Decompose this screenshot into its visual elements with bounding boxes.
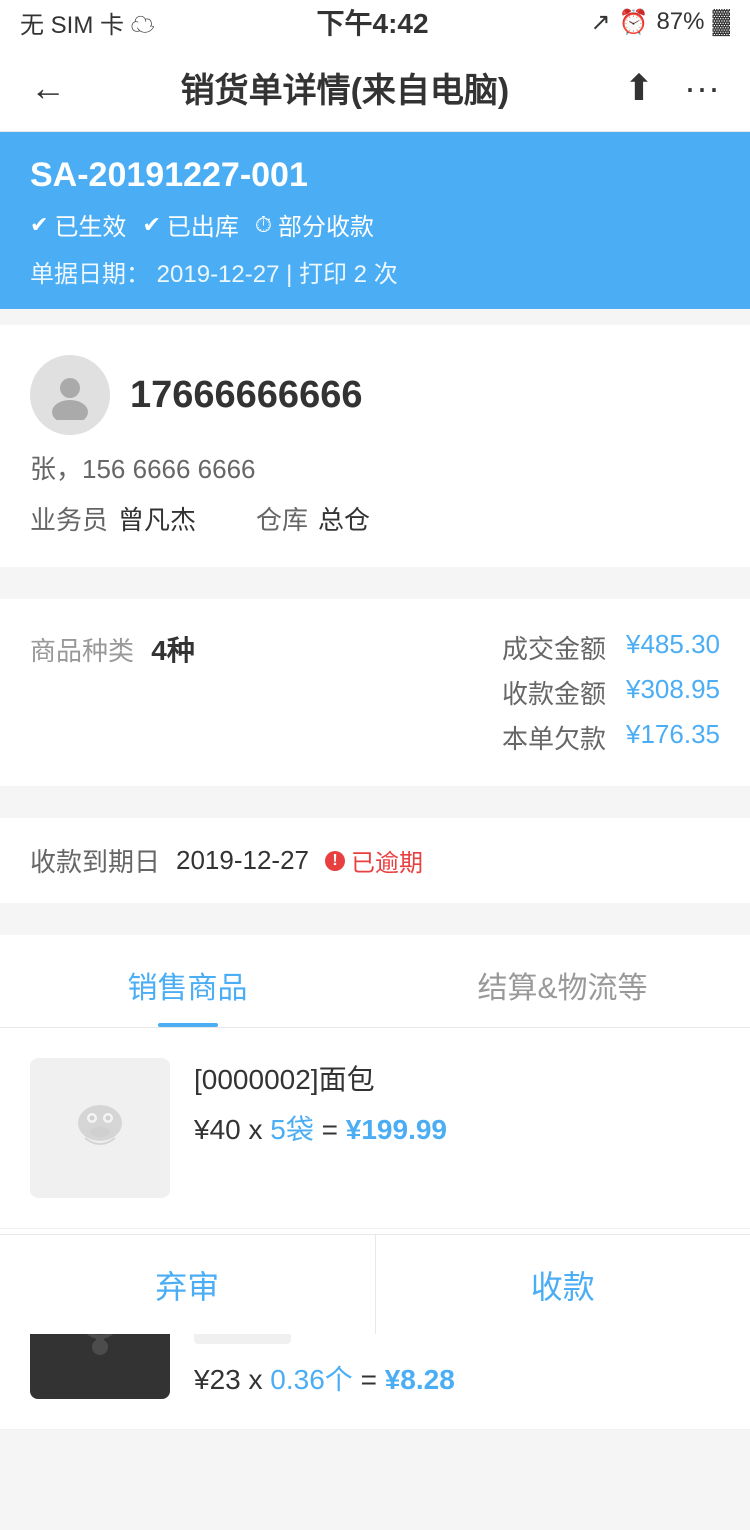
due-date-section: 收款到期日 2019-12-27 ! 已逾期 [0,818,750,903]
product-price-1: ¥40 x 5袋 = ¥199.99 [194,1108,720,1148]
check-icon-2: ✔ [142,212,160,238]
avatar [30,355,110,435]
customer-warehouse: 仓库 总仓 [256,500,370,537]
tab-settlement[interactable]: 结算&物流等 [375,935,750,1027]
customer-section: 17666666666 张，156 6666 6666 业务员 曾凡杰 仓库 总… [0,325,750,567]
sim-status: 无 SIM 卡 ☁ [20,5,155,40]
clock-icon: ⏱ [255,212,272,238]
customer-name: 17666666666 [130,374,362,417]
divider-3 [0,903,750,919]
page-title: 销货单详情(来自电脑) [181,63,510,112]
location-icon: ↗ [590,8,610,37]
tabs-header: 销售商品 结算&物流等 [0,935,750,1028]
status-time: 下午4:42 [317,2,429,42]
stat-debt: 本单欠款 ¥176.35 [502,719,720,756]
due-date-value: 2019-12-27 [176,845,309,876]
order-date-line: 单据日期： 2019-12-27 | 打印 2 次 [30,254,720,289]
collect-payment-button[interactable]: 收款 [376,1235,750,1334]
product-price-2: ¥23 x 0.36个 = ¥8.28 [194,1358,720,1398]
back-button[interactable]: ← [30,67,66,109]
due-label: 收款到期日 [30,842,160,879]
overdue-icon: ! [325,851,345,871]
customer-contact: 张，156 6666 6666 [30,449,720,486]
stats-section: 商品种类 4种 成交金额 ¥485.30 收款金额 ¥308.95 本单欠款 ¥… [0,599,750,786]
badge-partial-payment: ⏱ 部分收款 [255,207,374,242]
badge-shipped: ✔ 已出库 [142,207,238,242]
customer-header: 17666666666 [30,355,720,435]
more-button[interactable]: ··· [684,67,720,109]
battery-icon: ▓ [712,8,730,36]
stat-receipt: 收款金额 ¥308.95 [502,674,720,711]
divider-1 [0,567,750,583]
alarm-icon: ⏰ [619,8,649,37]
product-image-1 [30,1058,170,1198]
stats-amounts: 成交金额 ¥485.30 收款金额 ¥308.95 本单欠款 ¥176.35 [502,629,720,756]
product-name-1: [0000002]面包 [194,1058,720,1098]
share-button[interactable]: ⬆ [624,67,654,109]
tab-sales-products[interactable]: 销售商品 [0,935,375,1027]
status-bar: 无 SIM 卡 ☁ 下午4:42 ↗ ⏰ 87% ▓ [0,0,750,44]
order-header: SA-20191227-001 ✔ 已生效 ✔ 已出库 ⏱ 部分收款 单据日期：… [0,132,750,309]
tabs-section: 销售商品 结算&物流等 [0000002]面包 [0,935,750,1430]
nav-actions: ⬆ ··· [624,67,720,109]
check-icon-1: ✔ [30,212,48,238]
product-info-1: [0000002]面包 ¥40 x 5袋 = ¥199.99 [194,1058,720,1148]
stat-deal: 成交金额 ¥485.30 [502,629,720,666]
divider-2 [0,786,750,802]
product-list: [0000002]面包 ¥40 x 5袋 = ¥199.99 [0,1028,750,1430]
battery-level: 87% [656,8,704,36]
overdue-text: 已逾期 [351,843,423,878]
nav-bar: ← 销货单详情(来自电脑) ⬆ ··· [0,44,750,132]
order-id: SA-20191227-001 [30,156,720,195]
status-left: 无 SIM 卡 ☁ [20,5,155,40]
status-right: ↗ ⏰ 87% ▓ [590,8,730,37]
overdue-badge: ! 已逾期 [325,843,423,878]
badge-activated: ✔ 已生效 [30,207,126,242]
customer-meta: 业务员 曾凡杰 仓库 总仓 [30,500,720,537]
product-item-1: [0000002]面包 ¥40 x 5袋 = ¥199.99 [0,1028,750,1229]
cancel-audit-button[interactable]: 弃审 [0,1235,376,1334]
bottom-bar: 弃审 收款 [0,1234,750,1334]
stats-category: 商品种类 4种 [30,629,195,669]
customer-staff: 业务员 曾凡杰 [30,500,196,537]
order-badges: ✔ 已生效 ✔ 已出库 ⏱ 部分收款 [30,207,720,242]
